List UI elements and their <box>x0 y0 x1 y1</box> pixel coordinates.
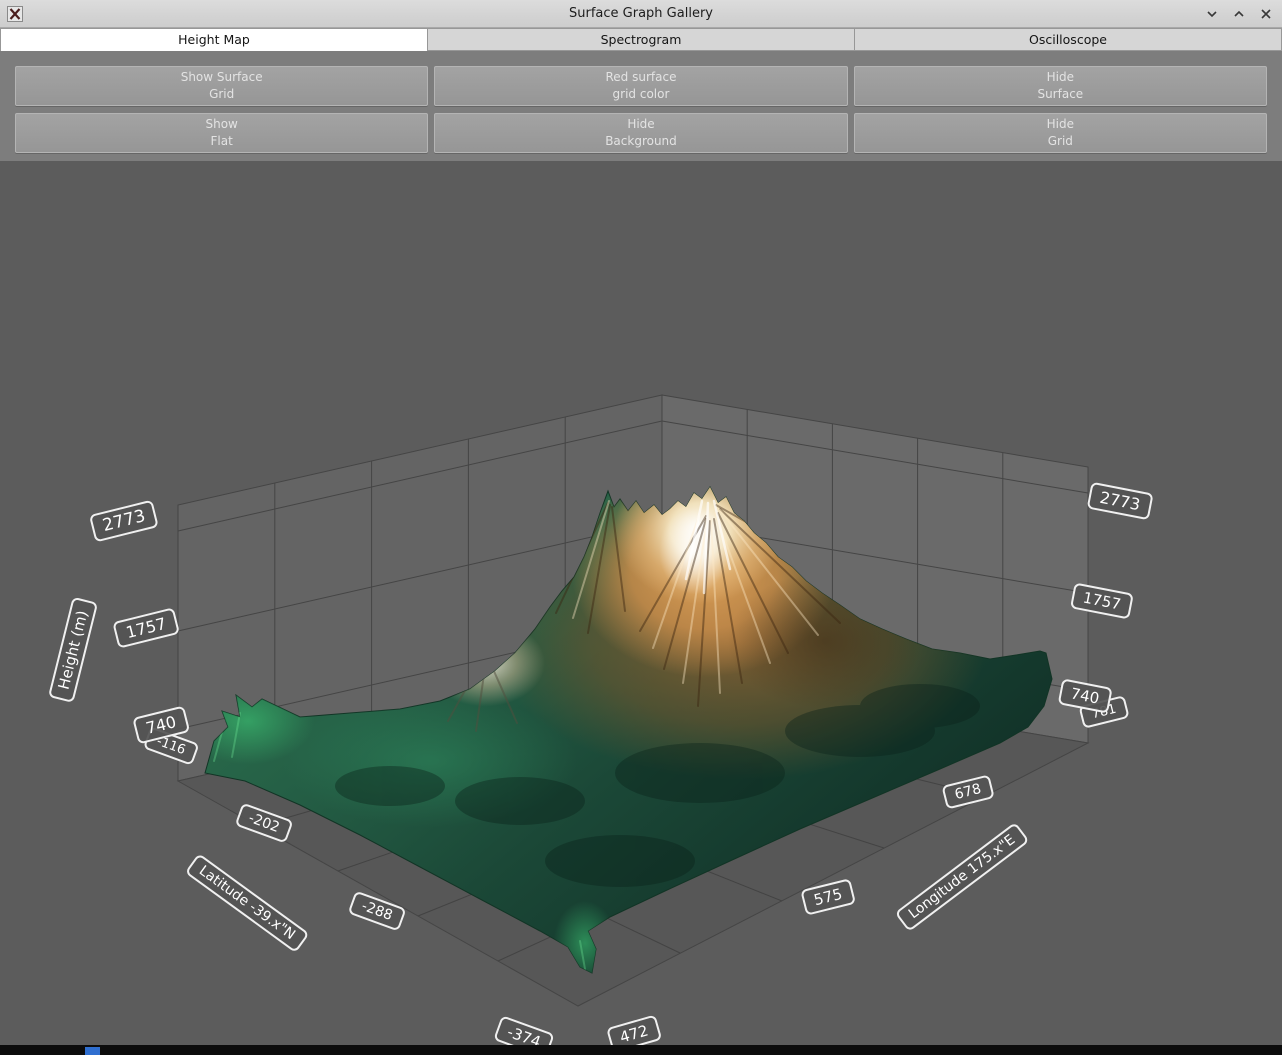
button-label-line: Show Surface <box>181 69 263 86</box>
show-surface-grid-button[interactable]: Show Surface Grid <box>15 66 428 106</box>
tab-height-map[interactable]: Height Map <box>0 28 428 51</box>
taskbar-accent-sliver <box>85 1047 100 1055</box>
button-label-line: Red surface <box>606 69 677 86</box>
button-label-line: Show <box>205 116 237 133</box>
hide-surface-button[interactable]: Hide Surface <box>854 66 1267 106</box>
window-title: Surface Graph Gallery <box>0 0 1282 28</box>
button-label-line: Hide <box>627 116 654 133</box>
button-label-line: Background <box>605 133 677 150</box>
button-label-line: Grid <box>1048 133 1073 150</box>
tab-oscilloscope[interactable]: Oscilloscope <box>855 28 1282 51</box>
hide-grid-button[interactable]: Hide Grid <box>854 113 1267 153</box>
button-label-line: Hide <box>1047 116 1074 133</box>
tab-bar: Height Map Spectrogram Oscilloscope <box>0 28 1282 51</box>
window-close-button-x-icon[interactable] <box>1258 6 1274 22</box>
bottom-edge-bar <box>0 1045 1282 1055</box>
red-surface-grid-color-button[interactable]: Red surface grid color <box>434 66 847 106</box>
button-label-line: Grid <box>209 86 234 103</box>
button-label-line: Flat <box>211 133 233 150</box>
title-bar: Surface Graph Gallery <box>0 0 1282 28</box>
surface-3d-view[interactable]: 781 678 575 472 Longitude 175.x"E -116 -… <box>0 161 1282 1045</box>
hide-background-button[interactable]: Hide Background <box>434 113 847 153</box>
window-shade-button-chevron-down-icon[interactable] <box>1204 6 1220 22</box>
tab-spectrogram[interactable]: Spectrogram <box>428 28 855 51</box>
window-maximize-button-chevron-up-icon[interactable] <box>1231 6 1247 22</box>
show-flat-button[interactable]: Show Flat <box>15 113 428 153</box>
button-label-line: Surface <box>1037 86 1083 103</box>
button-label-line: Hide <box>1047 69 1074 86</box>
button-label-line: grid color <box>613 86 670 103</box>
toolbar: Show Surface Grid Red surface grid color… <box>0 51 1282 161</box>
